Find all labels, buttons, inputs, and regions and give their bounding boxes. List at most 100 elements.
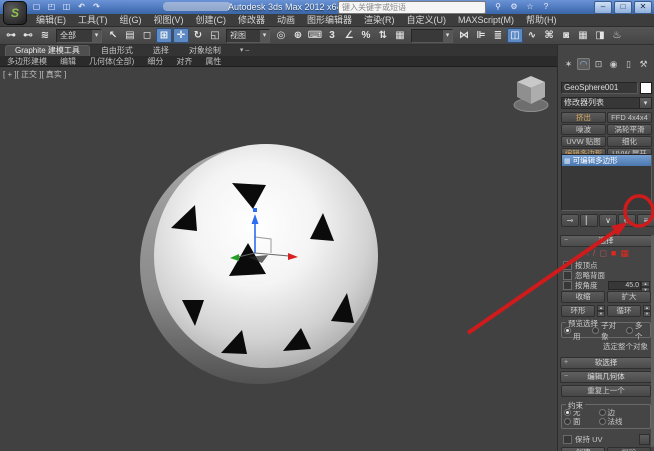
align-icon[interactable]: ⊫ <box>473 28 489 43</box>
ribbon-panel-properties[interactable]: 属性 <box>205 56 221 66</box>
unlink-selection-icon[interactable]: ⊷ <box>20 28 36 43</box>
render-production-icon[interactable]: ♨ <box>609 28 625 43</box>
modifier-stack-list[interactable]: ▦ 可编辑多边形 <box>561 154 652 211</box>
selection-filter-combo[interactable]: 全部 ▾ <box>56 28 102 43</box>
by-vertex-checkbox[interactable] <box>563 260 572 270</box>
ribbon-panel-subdivision[interactable]: 细分 <box>147 56 163 66</box>
collapse-button[interactable]: 塌陷 <box>607 447 651 451</box>
tab-selection[interactable]: 选择 <box>144 45 178 56</box>
select-object-icon[interactable]: ↖ <box>105 28 121 43</box>
redo-icon[interactable]: ↷ <box>90 1 103 12</box>
shrink-button[interactable]: 收缩 <box>561 291 605 303</box>
ribbon-panel-edit[interactable]: 编辑 <box>60 56 76 66</box>
menu-tools[interactable]: 工具(T) <box>72 14 114 26</box>
turbosmooth-modifier-button[interactable]: 涡轮平滑 <box>607 124 652 135</box>
menu-views[interactable]: 视图(V) <box>148 14 190 26</box>
edit-geometry-rollout-header[interactable]: − 编辑几何体 <box>560 371 652 383</box>
keyboard-shortcut-override-icon[interactable]: ⌨ <box>307 28 323 43</box>
select-and-link-icon[interactable]: ⊶ <box>3 28 19 43</box>
help-icon[interactable]: ? <box>540 1 552 12</box>
spinner-snap-icon[interactable]: ⇅ <box>375 28 391 43</box>
vertex-subobject-icon[interactable]: ∴ <box>583 247 589 260</box>
mirror-icon[interactable]: ⋈ <box>456 28 472 43</box>
uvw-map-modifier-button[interactable]: UVW 贴图 <box>561 136 606 147</box>
render-setup-icon[interactable]: ▦ <box>575 28 591 43</box>
stack-item-editable-poly[interactable]: ▦ 可编辑多边形 <box>562 155 651 166</box>
preserve-uv-checkbox[interactable] <box>563 434 572 444</box>
ribbon-panel-polygon-modeling[interactable]: 多边形建模 <box>7 56 47 66</box>
menu-customize[interactable]: 自定义(U) <box>401 14 453 26</box>
noise-modifier-button[interactable]: 噪波 <box>561 124 606 135</box>
curve-editor-icon[interactable]: ∿ <box>524 28 540 43</box>
menu-maxscript[interactable]: MAXScript(M) <box>452 14 520 26</box>
close-button[interactable]: ✕ <box>634 1 652 14</box>
pin-stack-icon[interactable]: ⊸ <box>561 214 579 227</box>
show-end-result-icon[interactable]: ▏ <box>580 214 598 227</box>
menu-animation[interactable]: 动画 <box>271 14 301 26</box>
select-and-manipulate-icon[interactable]: ⊕ <box>290 28 306 43</box>
make-unique-icon[interactable]: ∨ <box>599 214 617 227</box>
snaps-toggle-icon[interactable]: 3 <box>324 28 340 43</box>
undo-icon[interactable]: ↶ <box>75 1 88 12</box>
ribbon-panel-geometry-all[interactable]: 几何体(全部) <box>89 56 134 66</box>
edge-subobject-icon[interactable]: / <box>593 247 596 260</box>
use-pivot-point-center-icon[interactable]: ◎ <box>273 28 289 43</box>
create-tab-icon[interactable]: ✶ <box>562 58 575 70</box>
material-editor-icon[interactable]: ◙ <box>558 28 574 43</box>
reference-coordinate-combo[interactable]: 视图 ▾ <box>226 28 270 43</box>
tab-object-paint[interactable]: 对象绘制 <box>180 45 230 56</box>
maximize-button[interactable]: □ <box>614 1 632 14</box>
modifier-list-dropdown[interactable]: 修改器列表 <box>561 97 639 109</box>
chevron-down-icon[interactable]: ▾ <box>639 97 652 109</box>
settings-icon[interactable]: ⚙ <box>508 1 520 12</box>
search-input[interactable]: 键入关键字或短语 <box>338 1 486 14</box>
menu-edit[interactable]: 编辑(E) <box>30 14 72 26</box>
polygon-subobject-icon[interactable]: ■ <box>611 247 616 260</box>
rectangular-selection-region-icon[interactable]: ◻ <box>139 28 155 43</box>
element-subobject-icon[interactable]: ▦ <box>620 247 629 260</box>
menu-group[interactable]: 组(G) <box>114 14 148 26</box>
layer-manager-icon[interactable]: ≣ <box>490 28 506 43</box>
preview-subobj-radio[interactable] <box>592 327 600 334</box>
ignore-backfacing-checkbox[interactable] <box>563 270 572 280</box>
constraint-edge-radio[interactable] <box>598 409 606 416</box>
new-scene-icon[interactable]: ▢ <box>30 1 43 12</box>
menu-graph-editors[interactable]: 图形编辑器 <box>301 14 358 26</box>
save-file-icon[interactable]: ◫ <box>60 1 73 12</box>
viewport-label[interactable]: [ + ][ 正交 ][ 真实 ] <box>3 69 66 80</box>
menu-rendering[interactable]: 渲染(R) <box>358 14 401 26</box>
repeat-last-button[interactable]: 重复上一个 <box>561 385 651 397</box>
app-logo-icon[interactable]: S <box>3 1 27 25</box>
extrude-modifier-button[interactable]: 挤出 <box>561 112 606 123</box>
by-angle-checkbox[interactable] <box>563 280 572 290</box>
ffd4x4x4-modifier-button[interactable]: FFD 4x4x4 <box>607 112 652 123</box>
open-file-icon[interactable]: ◰ <box>45 1 58 12</box>
ribbon-minimize-icon[interactable]: ▾ – <box>240 45 249 56</box>
grow-button[interactable]: 扩大 <box>607 291 651 303</box>
motion-tab-icon[interactable]: ◉ <box>607 58 620 70</box>
tab-graphite-modeling[interactable]: Graphite 建模工具 <box>5 45 90 56</box>
ribbon-panel-align[interactable]: 对齐 <box>176 56 192 66</box>
loop-button[interactable]: 循环 <box>607 305 641 317</box>
schematic-view-icon[interactable]: ⌘ <box>541 28 557 43</box>
constraint-none-radio[interactable] <box>564 409 571 416</box>
remove-modifier-icon[interactable]: ⊝ <box>618 214 636 227</box>
minimize-button[interactable]: – <box>594 1 612 14</box>
modify-tab-icon[interactable]: ◠ <box>577 58 590 70</box>
border-subobject-icon[interactable]: ◻ <box>599 247 606 260</box>
select-and-rotate-icon[interactable]: ↻ <box>190 28 206 43</box>
menu-modifiers[interactable]: 修改器 <box>232 14 271 26</box>
object-color-swatch[interactable] <box>640 82 652 94</box>
preview-off-radio[interactable] <box>564 327 571 334</box>
menu-help[interactable]: 帮助(H) <box>520 14 563 26</box>
ring-spinner[interactable]: ▲ ▼ <box>597 305 605 317</box>
display-tab-icon[interactable]: ▯ <box>622 58 635 70</box>
bind-to-space-warp-icon[interactable]: ≋ <box>37 28 53 43</box>
soft-selection-rollout-header[interactable]: + 软选择 <box>560 357 652 369</box>
constraint-normal-radio[interactable] <box>598 418 606 425</box>
viewport-canvas[interactable]: [ + ][ 正交 ][ 真实 ] <box>0 67 557 451</box>
select-by-name-icon[interactable]: ▤ <box>122 28 138 43</box>
rendered-frame-window-icon[interactable]: ◨ <box>592 28 608 43</box>
constraint-face-radio[interactable] <box>564 418 571 425</box>
viewcube[interactable] <box>513 76 549 112</box>
